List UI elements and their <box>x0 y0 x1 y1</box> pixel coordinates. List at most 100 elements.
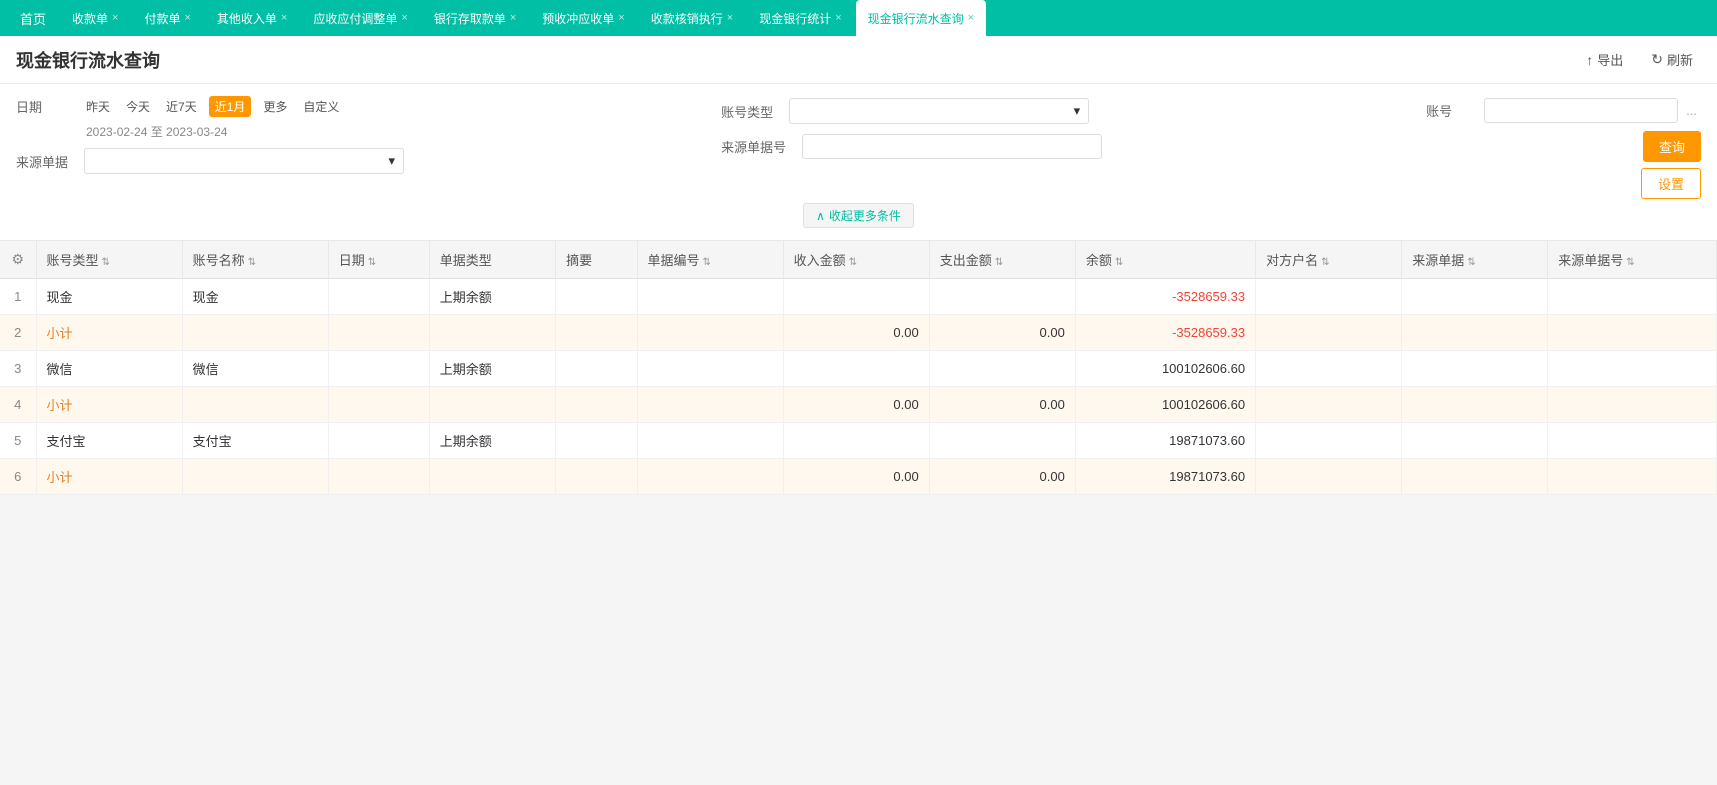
filter-row-date: 日期 昨天 今天 近7天 近1月 更多 自定义 <box>16 96 705 117</box>
table-row[interactable]: 2 小计 0.00 0.00 -3528659.33 <box>0 315 1717 351</box>
date-opt-custom[interactable]: 自定义 <box>299 96 343 117</box>
th-balance[interactable]: 余额⇅ <box>1075 241 1255 279</box>
td-summary <box>556 459 637 495</box>
th-doc-no[interactable]: 单据编号⇅ <box>637 241 783 279</box>
sort-icon: ⇅ <box>1115 257 1123 268</box>
td-num: 1 <box>0 279 36 315</box>
data-table: ⚙ 账号类型⇅ 账号名称⇅ 日期⇅ 单据类型 摘要 单据编号⇅ <box>0 241 1717 495</box>
nav-tab-其他收入单[interactable]: 其他收入单 × <box>205 0 299 36</box>
table-row[interactable]: 6 小计 0.00 0.00 19871073.60 <box>0 459 1717 495</box>
more-button[interactable]: ... <box>1682 103 1701 118</box>
source-doc-select[interactable]: ▾ <box>84 148 404 174</box>
gear-icon[interactable]: ⚙ <box>11 251 24 267</box>
refresh-button[interactable]: ↻ 刷新 <box>1643 46 1701 73</box>
td-account-name <box>182 459 328 495</box>
query-button[interactable]: 查询 <box>1643 131 1701 162</box>
td-source-doc-no <box>1548 315 1717 351</box>
nav-tab-银行存取款单[interactable]: 银行存取款单 × <box>422 0 528 36</box>
sort-icon: ⇅ <box>1321 257 1329 268</box>
settings-button[interactable]: 设置 <box>1641 168 1701 199</box>
th-account-type[interactable]: 账号类型⇅ <box>36 241 182 279</box>
close-icon[interactable]: × <box>618 12 624 24</box>
account-input[interactable] <box>1484 98 1678 123</box>
th-expense[interactable]: 支出金额⇅ <box>929 241 1075 279</box>
td-source-doc-no <box>1548 351 1717 387</box>
export-button[interactable]: ↑ 导出 <box>1578 46 1631 73</box>
th-counterpart[interactable]: 对方户名⇅ <box>1256 241 1402 279</box>
td-doc-no <box>637 315 783 351</box>
sort-icon: ⇅ <box>995 257 1003 268</box>
date-opt-yesterday[interactable]: 昨天 <box>82 96 114 117</box>
table-row[interactable]: 5 支付宝 支付宝 上期余额 19871073.60 <box>0 423 1717 459</box>
nav-tab-现金银行统计[interactable]: 现金银行统计 × <box>747 0 853 36</box>
td-balance: -3528659.33 <box>1075 315 1255 351</box>
top-nav: 首页 收款单 × 付款单 × 其他收入单 × 应收应付调整单 × 银行存取款单 … <box>0 0 1717 36</box>
td-counterpart <box>1256 279 1402 315</box>
td-account-type: 小计 <box>36 387 182 423</box>
td-num: 6 <box>0 459 36 495</box>
td-source-doc-no <box>1548 459 1717 495</box>
th-summary[interactable]: 摘要 <box>556 241 637 279</box>
table-row[interactable]: 1 现金 现金 上期余额 -3528659.33 <box>0 279 1717 315</box>
nav-tab-预收冲应收单[interactable]: 预收冲应收单 × <box>530 0 636 36</box>
account-type-select[interactable]: ▾ <box>789 98 1089 124</box>
th-source-doc-no[interactable]: 来源单据号⇅ <box>1548 241 1717 279</box>
td-account-name <box>182 315 328 351</box>
table-row[interactable]: 3 微信 微信 上期余额 100102606.60 <box>0 351 1717 387</box>
td-doc-no <box>637 387 783 423</box>
th-doc-type[interactable]: 单据类型 <box>429 241 555 279</box>
export-icon: ↑ <box>1586 52 1593 68</box>
close-icon[interactable]: × <box>281 12 287 24</box>
header-actions: ↑ 导出 ↻ 刷新 <box>1578 46 1701 73</box>
close-icon[interactable]: × <box>968 12 974 24</box>
td-doc-no <box>637 351 783 387</box>
sort-icon: ⇅ <box>248 257 256 268</box>
td-account-name: 现金 <box>182 279 328 315</box>
td-expense <box>929 351 1075 387</box>
nav-tab-收款单[interactable]: 收款单 × <box>60 0 130 36</box>
nav-tab-收款核销执行[interactable]: 收款核销执行 × <box>639 0 745 36</box>
th-date[interactable]: 日期⇅ <box>328 241 429 279</box>
th-account-name[interactable]: 账号名称⇅ <box>182 241 328 279</box>
th-source-doc[interactable]: 来源单据⇅ <box>1402 241 1548 279</box>
td-account-type: 小计 <box>36 315 182 351</box>
date-options: 昨天 今天 近7天 近1月 更多 自定义 <box>82 96 343 117</box>
close-icon[interactable]: × <box>835 12 841 24</box>
td-summary <box>556 423 637 459</box>
td-date <box>328 423 429 459</box>
td-account-name <box>182 387 328 423</box>
nav-tab-应收应付调整单[interactable]: 应收应付调整单 × <box>301 0 419 36</box>
date-opt-1month[interactable]: 近1月 <box>209 96 252 117</box>
th-settings[interactable]: ⚙ <box>0 241 36 279</box>
collapse-button[interactable]: ∧ 收起更多条件 <box>803 203 914 228</box>
td-num: 3 <box>0 351 36 387</box>
td-doc-no <box>637 423 783 459</box>
td-source-doc <box>1402 387 1548 423</box>
table-row[interactable]: 4 小计 0.00 0.00 100102606.60 <box>0 387 1717 423</box>
th-income[interactable]: 收入金额⇅ <box>783 241 929 279</box>
sort-icon: ⇅ <box>368 257 376 268</box>
nav-tab-现金银行流水查询[interactable]: 现金银行流水查询 × <box>856 0 986 36</box>
close-icon[interactable]: × <box>727 12 733 24</box>
chevron-down-icon: ▾ <box>1074 103 1081 119</box>
td-source-doc <box>1402 423 1548 459</box>
td-account-type: 小计 <box>36 459 182 495</box>
close-icon[interactable]: × <box>401 12 407 24</box>
collapse-row: ∧ 收起更多条件 <box>16 203 1701 228</box>
td-num: 2 <box>0 315 36 351</box>
close-icon[interactable]: × <box>184 12 190 24</box>
refresh-icon: ↻ <box>1651 51 1663 68</box>
td-doc-type: 上期余额 <box>429 351 555 387</box>
nav-home[interactable]: 首页 <box>8 9 58 28</box>
date-label: 日期 <box>16 97 66 116</box>
td-income: 0.00 <box>783 459 929 495</box>
date-opt-7days[interactable]: 近7天 <box>162 96 201 117</box>
td-account-type: 微信 <box>36 351 182 387</box>
date-opt-today[interactable]: 今天 <box>122 96 154 117</box>
close-icon[interactable]: × <box>112 12 118 24</box>
close-icon[interactable]: × <box>510 12 516 24</box>
date-opt-more[interactable]: 更多 <box>259 96 291 117</box>
table-container: ⚙ 账号类型⇅ 账号名称⇅ 日期⇅ 单据类型 摘要 单据编号⇅ <box>0 241 1717 495</box>
source-doc-no-input[interactable] <box>802 134 1102 159</box>
nav-tab-付款单[interactable]: 付款单 × <box>132 0 202 36</box>
